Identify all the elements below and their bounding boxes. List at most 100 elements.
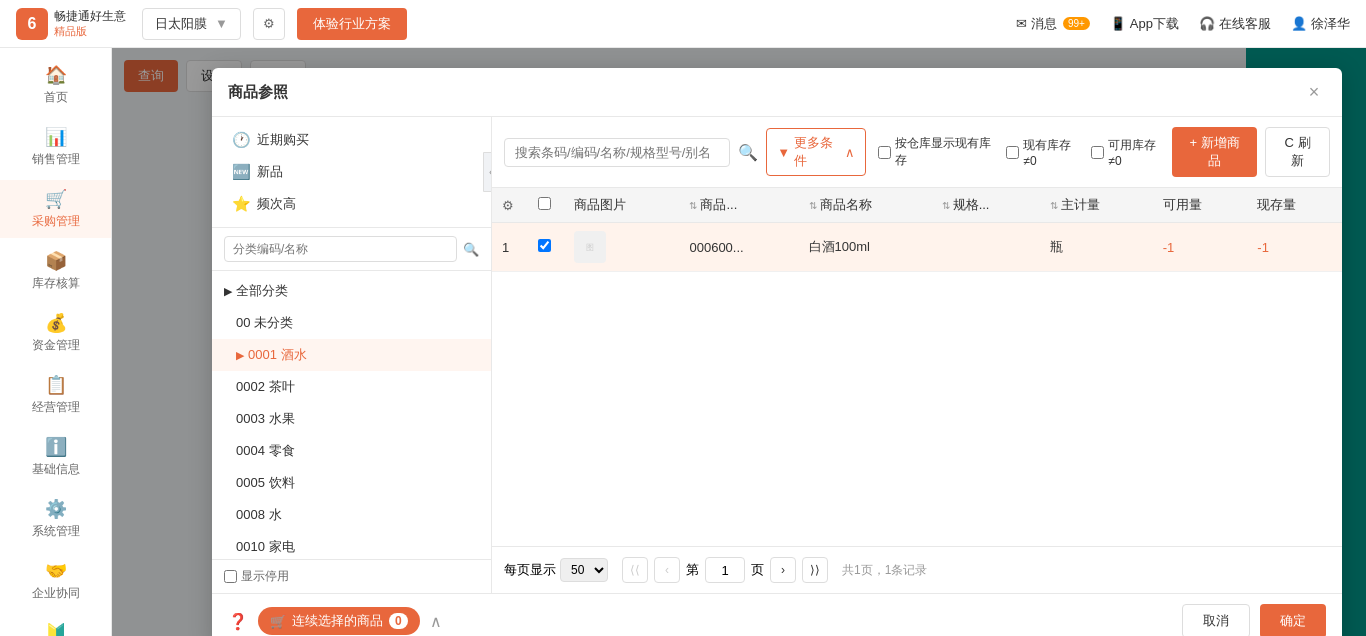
img-column-header: 商品图片 bbox=[564, 188, 679, 223]
product-thumbnail: 图 bbox=[574, 231, 606, 263]
online-service-button[interactable]: 🎧 在线客服 bbox=[1199, 15, 1271, 33]
product-search-input[interactable] bbox=[504, 138, 730, 167]
sidebar-item-label: 资金管理 bbox=[32, 337, 80, 354]
row-checkbox bbox=[528, 223, 564, 272]
collapse-footer-icon[interactable]: ∧ bbox=[430, 612, 442, 631]
add-product-button[interactable]: + 新增商品 bbox=[1172, 127, 1257, 177]
left-panel: 🕐 近期购买 🆕 新品 ⭐ 频次高 ‹‹ bbox=[212, 117, 492, 593]
cat-arrow-icon: ▶ bbox=[224, 285, 232, 298]
business-icon: 📋 bbox=[45, 374, 67, 396]
main-layout: 🏠 首页 📊 销售管理 🛒 采购管理 📦 库存核算 💰 资金管理 📋 经营管理 … bbox=[0, 48, 1366, 636]
company-dropdown[interactable]: 日太阳膜 ▼ bbox=[142, 8, 241, 40]
category-all[interactable]: ▶ 全部分类 bbox=[212, 275, 491, 307]
confirm-button[interactable]: 确定 bbox=[1260, 604, 1326, 636]
next-page-button[interactable]: › bbox=[770, 557, 796, 583]
cart-icon: 🛒 bbox=[270, 614, 286, 629]
row-select-checkbox[interactable] bbox=[538, 239, 551, 252]
category-beverage[interactable]: 0005 饮料 bbox=[212, 467, 491, 499]
footer-buttons: 取消 确定 bbox=[1182, 604, 1326, 636]
first-page-button[interactable]: ⟨⟨ bbox=[622, 557, 648, 583]
nonzero-stock-checkbox[interactable]: 现有库存≠0 bbox=[1006, 137, 1079, 168]
user-menu[interactable]: 👤 徐泽华 bbox=[1291, 15, 1350, 33]
category-search-icon[interactable]: 🔍 bbox=[463, 242, 479, 257]
sort-icon[interactable]: ⇅ bbox=[809, 200, 817, 211]
high-frequency-button[interactable]: ⭐ 频次高 bbox=[224, 189, 479, 219]
collab-icon: 🤝 bbox=[45, 560, 67, 582]
warehouse-stock-checkbox[interactable]: 按仓库显示现有库存 bbox=[878, 135, 994, 169]
more-filter-button[interactable]: ▼ 更多条件 ∧ bbox=[766, 128, 866, 176]
sales-icon: 📊 bbox=[45, 126, 67, 148]
category-snack[interactable]: 0004 零食 bbox=[212, 435, 491, 467]
per-page-select[interactable]: 50 bbox=[560, 558, 608, 582]
category-water[interactable]: 0008 水 bbox=[212, 499, 491, 531]
sidebar-item-finance[interactable]: 💰 资金管理 bbox=[0, 304, 111, 362]
guide-icon: 🔰 bbox=[45, 622, 67, 636]
prev-page-button[interactable]: ‹ bbox=[654, 557, 680, 583]
select-all-checkbox[interactable] bbox=[538, 197, 551, 210]
nonzero-available-checkbox[interactable]: 可用库存≠0 bbox=[1091, 137, 1164, 168]
sidebar-item-label: 销售管理 bbox=[32, 151, 80, 168]
show-disabled-input[interactable] bbox=[224, 570, 237, 583]
per-page-selector: 每页显示 50 bbox=[504, 558, 608, 582]
gear-button[interactable]: ⚙ bbox=[253, 8, 285, 40]
sidebar-item-purchase[interactable]: 🛒 采购管理 bbox=[0, 180, 111, 238]
sidebar-item-guide[interactable]: 🔰 新手引导 bbox=[0, 614, 111, 636]
sidebar-item-label: 库存核算 bbox=[32, 275, 80, 292]
recent-purchase-button[interactable]: 🕐 近期购买 bbox=[224, 125, 479, 155]
category-liquor[interactable]: ▶ 0001 酒水 bbox=[212, 339, 491, 371]
cart-selection-button[interactable]: 🛒 连续选择的商品 0 bbox=[258, 607, 420, 635]
category-tea[interactable]: 0002 茶叶 bbox=[212, 371, 491, 403]
unit-column-header: ⇅ 主计量 bbox=[1040, 188, 1152, 223]
row-stock: -1 bbox=[1247, 223, 1342, 272]
checkbox-column-header bbox=[528, 188, 564, 223]
finance-icon: 💰 bbox=[45, 312, 67, 334]
sidebar-item-basic-info[interactable]: ℹ️ 基础信息 bbox=[0, 428, 111, 486]
category-fruit[interactable]: 0003 水果 bbox=[212, 403, 491, 435]
row-code: 000600... bbox=[679, 223, 798, 272]
sort-icon[interactable]: ⇅ bbox=[689, 200, 697, 211]
sidebar-item-business[interactable]: 📋 经营管理 bbox=[0, 366, 111, 424]
sort-icon[interactable]: ⇅ bbox=[942, 200, 950, 211]
info-icon: ℹ️ bbox=[45, 436, 67, 458]
product-search-button[interactable]: 🔍 bbox=[738, 143, 758, 162]
sidebar: 🏠 首页 📊 销售管理 🛒 采购管理 📦 库存核算 💰 资金管理 📋 经营管理 … bbox=[0, 48, 112, 636]
app-download-button[interactable]: 📱 App下载 bbox=[1110, 15, 1179, 33]
show-disabled-checkbox[interactable]: 显示停用 bbox=[224, 568, 289, 585]
pagination: 每页显示 50 ⟨⟨ ‹ 第 页 › ⟩⟩ bbox=[492, 546, 1342, 593]
category-appliance[interactable]: 0010 家电 bbox=[212, 531, 491, 559]
toolbar-right: + 新增商品 C 刷新 bbox=[1172, 127, 1330, 177]
sidebar-item-collab[interactable]: 🤝 企业协同 bbox=[0, 552, 111, 610]
category-search-input[interactable] bbox=[224, 236, 457, 262]
sort-icon[interactable]: ⇅ bbox=[1050, 200, 1058, 211]
last-page-button[interactable]: ⟩⟩ bbox=[802, 557, 828, 583]
trial-button[interactable]: 体验行业方案 bbox=[297, 8, 407, 40]
row-available: -1 bbox=[1153, 223, 1248, 272]
row-num: 1 bbox=[492, 223, 528, 272]
category-unclassified[interactable]: 00 未分类 bbox=[212, 307, 491, 339]
freq-icon: ⭐ bbox=[232, 195, 251, 213]
cart-count-badge: 0 bbox=[389, 613, 408, 629]
sidebar-item-label: 系统管理 bbox=[32, 523, 80, 540]
product-table: ⚙ 商品图片 bbox=[492, 188, 1342, 272]
total-info: 共1页，1条记录 bbox=[842, 562, 927, 579]
new-product-button[interactable]: 🆕 新品 bbox=[224, 157, 479, 187]
refresh-button[interactable]: C 刷新 bbox=[1265, 127, 1330, 177]
panel-collapse-button[interactable]: ‹‹ bbox=[483, 152, 492, 192]
headset-icon: 🎧 bbox=[1199, 16, 1215, 31]
sidebar-item-system[interactable]: ⚙️ 系统管理 bbox=[0, 490, 111, 548]
category-tree: ▶ 全部分类 00 未分类 ▶ 0001 酒水 0002 茶 bbox=[212, 271, 491, 559]
cancel-button[interactable]: 取消 bbox=[1182, 604, 1250, 636]
logo-area: 6 畅捷通好生意 精品版 bbox=[16, 8, 126, 40]
table-row[interactable]: 1 图 bbox=[492, 223, 1342, 272]
message-icon: ✉ bbox=[1016, 16, 1027, 31]
sidebar-item-home[interactable]: 🏠 首页 bbox=[0, 56, 111, 114]
column-settings-icon[interactable]: ⚙ bbox=[502, 198, 514, 213]
help-icon[interactable]: ❓ bbox=[228, 612, 248, 631]
sidebar-item-sales[interactable]: 📊 销售管理 bbox=[0, 118, 111, 176]
page-number-input[interactable] bbox=[705, 557, 745, 583]
sidebar-item-inventory[interactable]: 📦 库存核算 bbox=[0, 242, 111, 300]
message-button[interactable]: ✉ 消息 99+ bbox=[1016, 15, 1090, 33]
modal-close-button[interactable]: × bbox=[1302, 80, 1326, 104]
modal-footer: ❓ 🛒 连续选择的商品 0 ∧ 取消 确定 bbox=[212, 593, 1342, 636]
purchase-icon: 🛒 bbox=[45, 188, 67, 210]
